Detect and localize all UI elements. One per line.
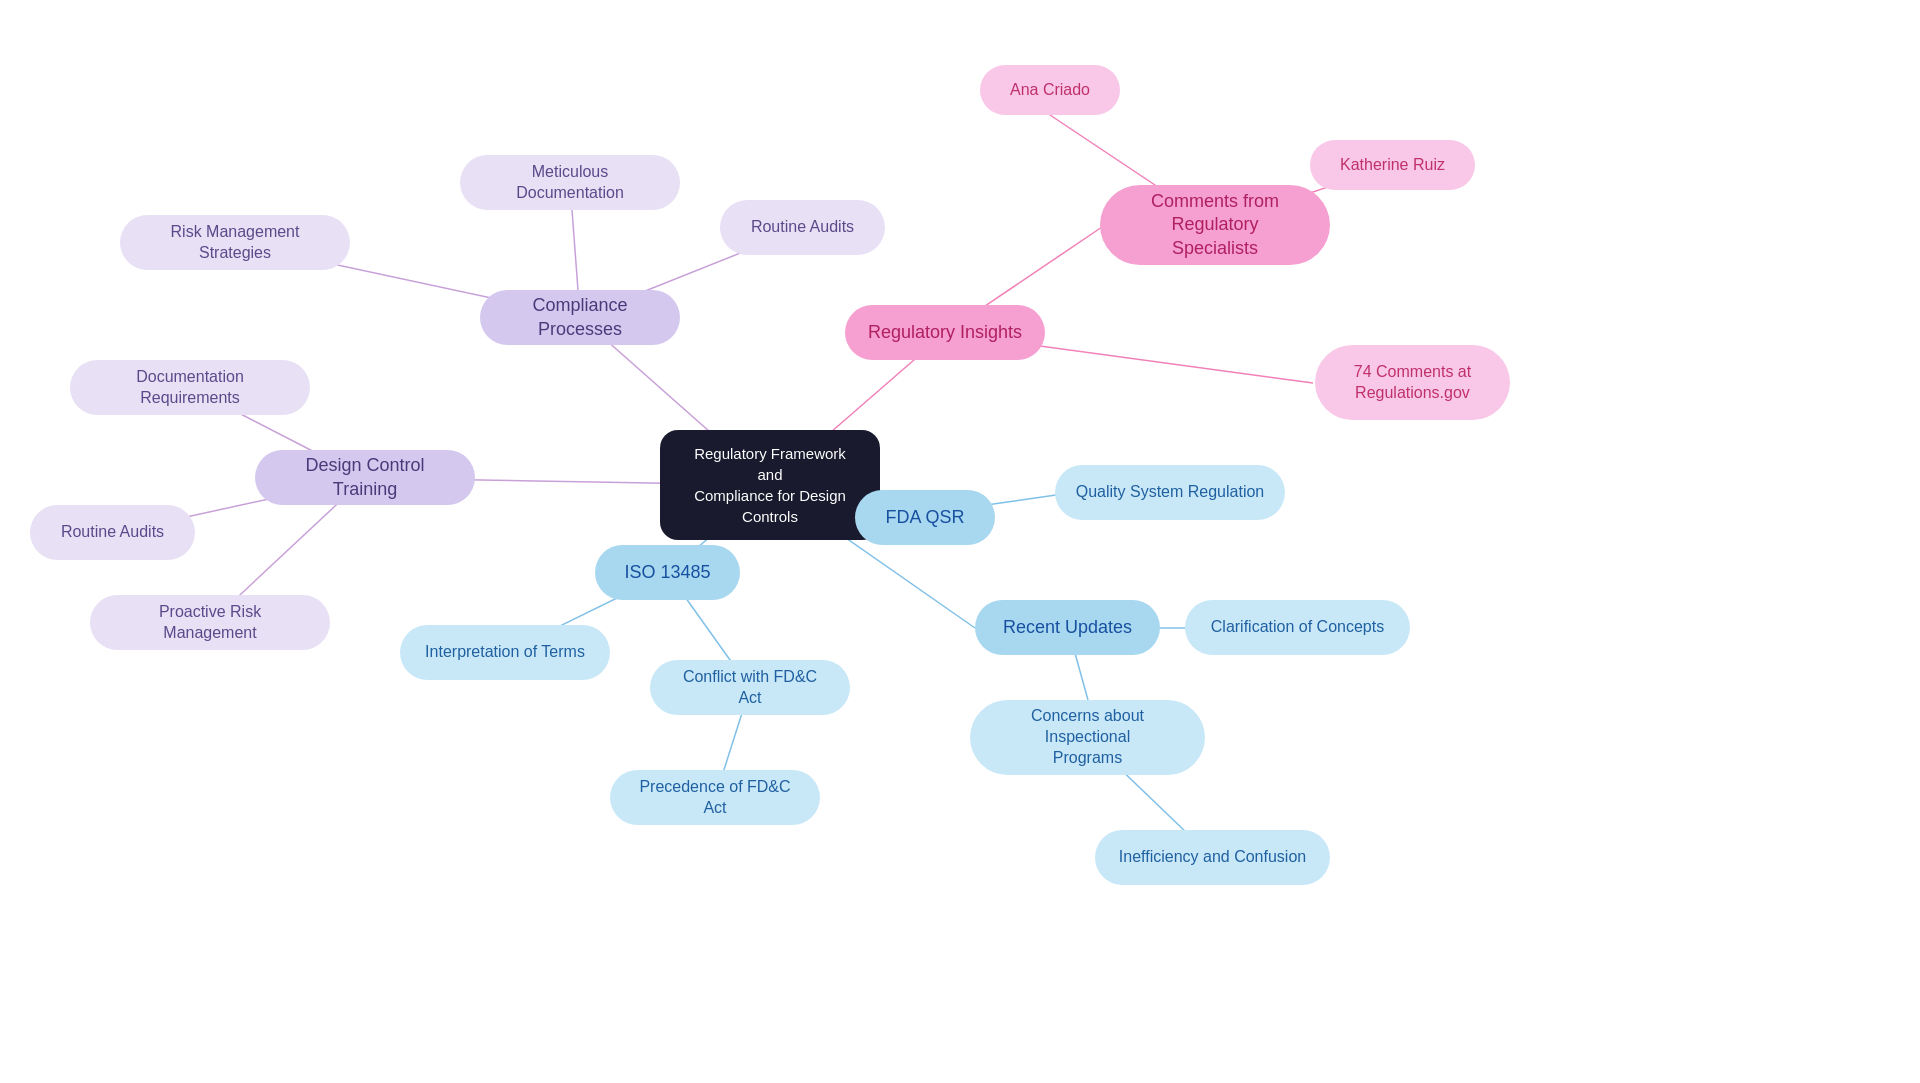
documentation-requirements-label: Documentation Requirements	[90, 367, 290, 409]
proactive-risk-management-node[interactable]: Proactive Risk Management	[90, 595, 330, 650]
comments-74-node[interactable]: 74 Comments at Regulations.gov	[1315, 345, 1510, 420]
routine-audits-left-label: Routine Audits	[61, 522, 164, 543]
conflict-with-fdc-act-label: Conflict with FD&C Act	[670, 667, 830, 709]
recent-updates-label: Recent Updates	[1003, 616, 1132, 639]
ana-criado-label: Ana Criado	[1010, 80, 1090, 101]
conflict-with-fdc-act-node[interactable]: Conflict with FD&C Act	[650, 660, 850, 715]
concerns-inspectional-node[interactable]: Concerns about Inspectional Programs	[970, 700, 1205, 775]
center-node[interactable]: Regulatory Framework and Compliance for …	[660, 430, 880, 540]
documentation-requirements-node[interactable]: Documentation Requirements	[70, 360, 310, 415]
quality-system-regulation-node[interactable]: Quality System Regulation	[1055, 465, 1285, 520]
precedence-of-fdc-act-label: Precedence of FD&C Act	[630, 777, 800, 819]
quality-system-regulation-label: Quality System Regulation	[1076, 482, 1265, 503]
compliance-processes-label: Compliance Processes	[500, 294, 660, 341]
fda-qsr-label: FDA QSR	[885, 506, 964, 529]
comments-from-specialists-label: Comments from Regulatory Specialists	[1120, 190, 1310, 260]
recent-updates-node[interactable]: Recent Updates	[975, 600, 1160, 655]
risk-management-strategies-label: Risk Management Strategies	[140, 222, 330, 264]
katherine-ruiz-node[interactable]: Katherine Ruiz	[1310, 140, 1475, 190]
routine-audits-top-label: Routine Audits	[751, 217, 854, 238]
concerns-inspectional-label: Concerns about Inspectional Programs	[990, 706, 1185, 768]
comments-from-specialists-node[interactable]: Comments from Regulatory Specialists	[1100, 185, 1330, 265]
risk-management-strategies-node[interactable]: Risk Management Strategies	[120, 215, 350, 270]
meticulous-documentation-node[interactable]: Meticulous Documentation	[460, 155, 680, 210]
iso-13485-label: ISO 13485	[624, 561, 710, 584]
katherine-ruiz-label: Katherine Ruiz	[1340, 155, 1445, 176]
fda-qsr-node[interactable]: FDA QSR	[855, 490, 995, 545]
proactive-risk-management-label: Proactive Risk Management	[110, 602, 310, 644]
interpretation-of-terms-label: Interpretation of Terms	[425, 642, 585, 663]
iso-13485-node[interactable]: ISO 13485	[595, 545, 740, 600]
design-control-training-label: Design Control Training	[275, 454, 455, 501]
precedence-of-fdc-act-node[interactable]: Precedence of FD&C Act	[610, 770, 820, 825]
clarification-of-concepts-label: Clarification of Concepts	[1211, 617, 1384, 638]
routine-audits-top-node[interactable]: Routine Audits	[720, 200, 885, 255]
ana-criado-node[interactable]: Ana Criado	[980, 65, 1120, 115]
comments-74-label: 74 Comments at Regulations.gov	[1354, 362, 1471, 404]
routine-audits-left-node[interactable]: Routine Audits	[30, 505, 195, 560]
interpretation-of-terms-node[interactable]: Interpretation of Terms	[400, 625, 610, 680]
inefficiency-confusion-label: Inefficiency and Confusion	[1119, 847, 1306, 868]
center-label: Regulatory Framework and Compliance for …	[680, 443, 860, 527]
inefficiency-confusion-node[interactable]: Inefficiency and Confusion	[1095, 830, 1330, 885]
regulatory-insights-label: Regulatory Insights	[868, 321, 1022, 344]
clarification-of-concepts-node[interactable]: Clarification of Concepts	[1185, 600, 1410, 655]
regulatory-insights-node[interactable]: Regulatory Insights	[845, 305, 1045, 360]
compliance-processes-node[interactable]: Compliance Processes	[480, 290, 680, 345]
meticulous-documentation-label: Meticulous Documentation	[480, 162, 660, 204]
design-control-training-node[interactable]: Design Control Training	[255, 450, 475, 505]
